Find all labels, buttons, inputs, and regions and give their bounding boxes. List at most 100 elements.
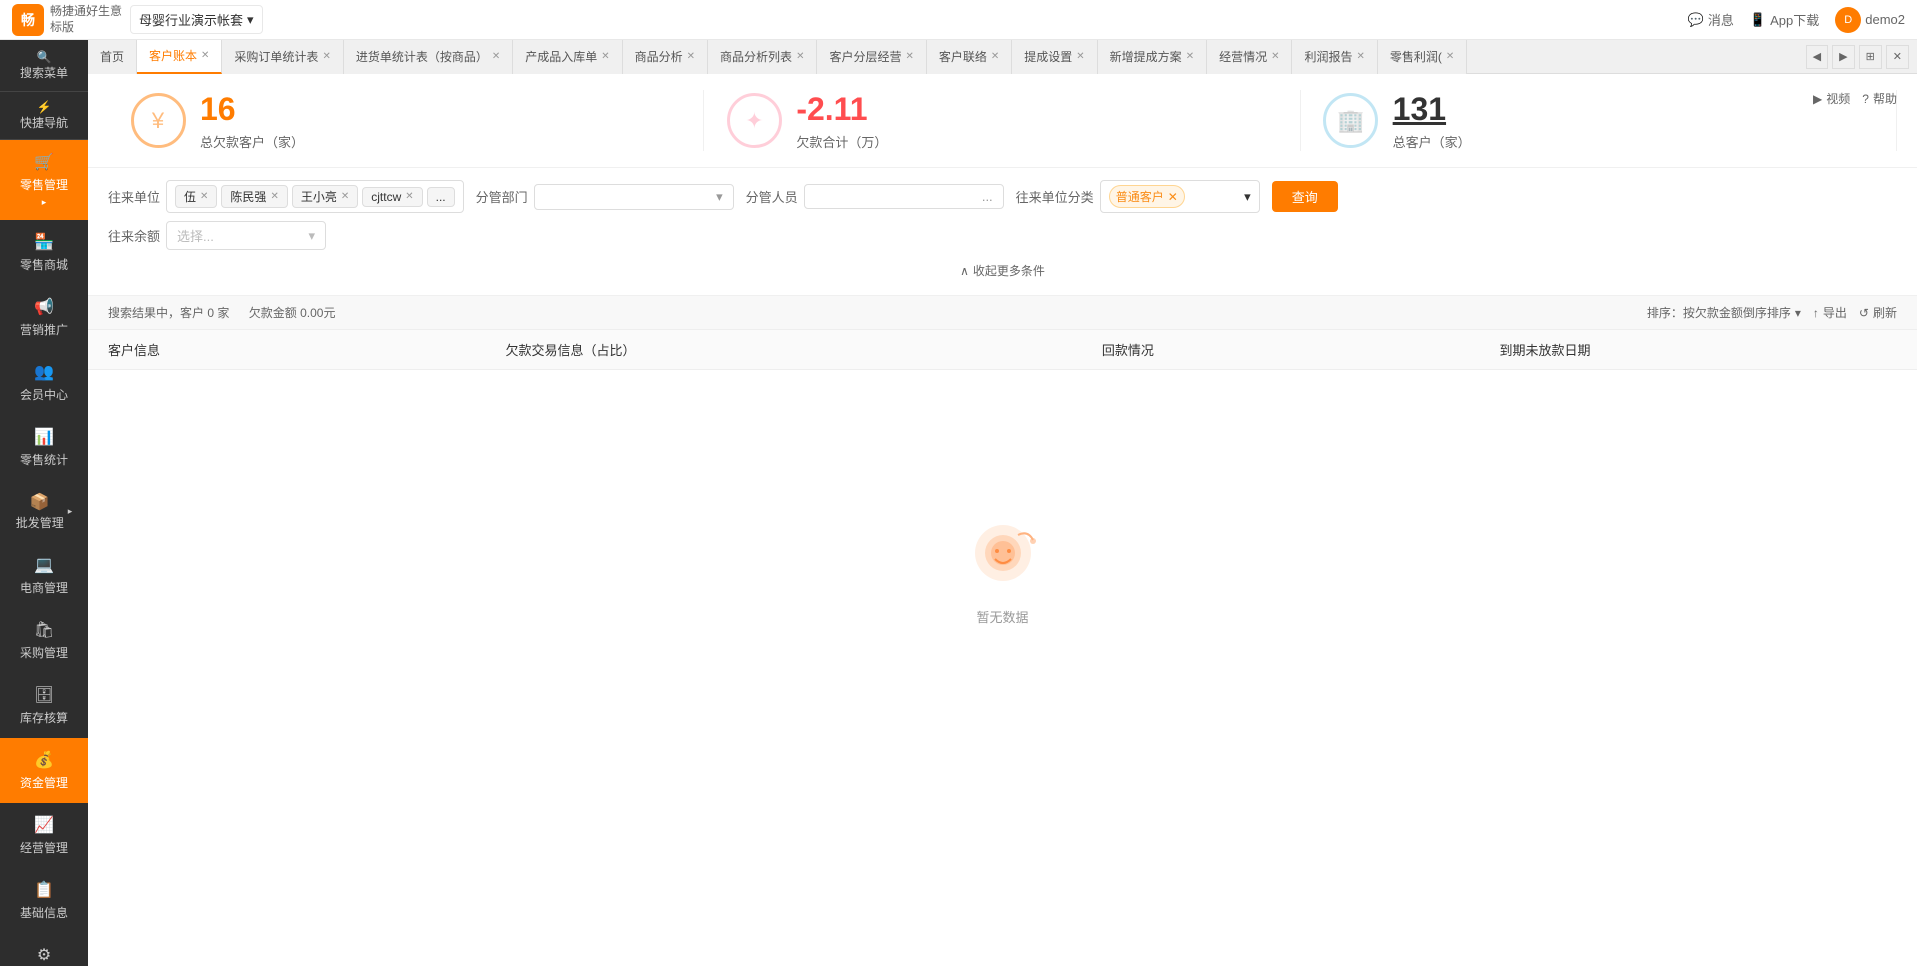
unit-type-filter: 往来单位分类 普通客户 ✕ ▾ [1016,180,1260,213]
sidebar-item-inventory[interactable]: 🗄 库存核算 [0,673,88,738]
close-cost-entry-tab[interactable]: ✕ [601,51,609,62]
tab-goods-analysis-list[interactable]: 商品分析列表 ✕ [708,40,817,74]
remove-customer-tag[interactable]: ✕ [1168,190,1178,204]
close-new-promotion-tab[interactable]: ✕ [1186,51,1194,62]
store-selector[interactable]: 母婴行业演示帐套 ▾ [130,5,263,34]
tab-new-promotion[interactable]: 新增提成方案 ✕ [1098,40,1207,74]
chevron-down-sort: ▾ [1795,306,1801,320]
close-retail-profit-tab[interactable]: ✕ [1446,51,1454,62]
sidebar-quick-nav[interactable]: ⚡ 快捷导航 [0,92,88,140]
tab-goods-stats[interactable]: 进货单统计表（按商品） ✕ [344,40,513,74]
video-icon: ▶ [1813,92,1822,106]
sidebar-search[interactable]: 🔍 搜索菜单 [0,40,88,92]
tab-promotion-settings[interactable]: 提成设置 ✕ [1012,40,1097,74]
collapse-button[interactable]: ∧ 收起更多条件 [956,258,1049,283]
close-profit-report-tab[interactable]: ✕ [1357,51,1365,62]
tab-goods-analysis[interactable]: 商品分析 ✕ [623,40,708,74]
message-btn[interactable]: 💬 消息 [1688,10,1734,29]
tab-customer-contact[interactable]: 客户联络 ✕ [927,40,1012,74]
tab-bar: 首页 客户账本 ✕ 采购订单统计表 ✕ 进货单统计表（按商品） ✕ 产成品入库单… [88,40,1917,74]
top-bar-right: 💬 消息 📱 App下载 D demo2 [1688,7,1905,33]
remove-chen-tag[interactable]: ✕ [270,191,278,202]
close-goods-analysis-tab[interactable]: ✕ [687,51,695,62]
expand-icon: ... [982,189,993,204]
tab-profit-report[interactable]: 利润报告 ✕ [1292,40,1377,74]
overdue-total-label: 欠款合计（万） [796,132,887,151]
chevron-down-unit-type: ▾ [1244,189,1251,205]
unit-type-label: 往来单位分类 [1016,187,1094,206]
sidebar-item-purchase[interactable]: 🛍 采购管理 [0,608,88,673]
result-actions: 排序：按欠款金额倒序排序 ▾ ↑ 导出 ↺ 刷新 [1647,304,1897,321]
unit-type-input[interactable]: 普通客户 ✕ ▾ [1100,180,1260,213]
sidebar-item-ops[interactable]: 📈 经营管理 [0,803,88,868]
tab-cost-entry[interactable]: 产成品入库单 ✕ [513,40,622,74]
sidebar-item-basic-info[interactable]: 📋 基础信息 [0,868,88,933]
dept-select[interactable]: ▾ [534,184,734,210]
close-customer-contact-tab[interactable]: ✕ [991,51,999,62]
close-promotion-settings-tab[interactable]: ✕ [1076,51,1084,62]
tab-customer-balance[interactable]: 客户账本 ✕ [137,40,222,74]
app-download-btn[interactable]: 📱 App下载 [1750,10,1819,29]
top-bar: 畅 畅捷通好生意 标版 母婴行业演示帐套 ▾ 💬 消息 📱 App下载 D de… [0,0,1917,40]
sidebar-item-retail-stats[interactable]: 📊 零售统计 [0,415,88,480]
overdue-customers-label: 总欠款客户（家） [200,132,304,151]
remove-wang-tag[interactable]: ✕ [341,191,349,202]
total-customers-number: 131 [1393,90,1471,128]
sidebar-item-batch-mgmt[interactable]: 📦 批发管理 ▸ [0,480,88,543]
tab-prev-btn[interactable]: ◀ [1806,45,1828,69]
tab-close-all-btn[interactable]: ✕ [1886,45,1909,69]
tab-customer-seg[interactable]: 客户分层经营 ✕ [817,40,926,74]
tab-business-status[interactable]: 经营情况 ✕ [1207,40,1292,74]
result-summary: 搜索结果中，客户 0 家 欠款金额 0.00元 [108,304,335,321]
table-header: 客户信息 欠款交易信息（占比） 回款情况 到期未放款日期 [88,330,1917,370]
sort-select[interactable]: 排序：按欠款金额倒序排序 ▾ [1647,304,1801,321]
chevron-up-icon: ∧ [960,264,969,278]
balance-select[interactable]: 选择... ▾ [166,221,326,250]
export-btn[interactable]: ↑ 导出 [1813,304,1847,321]
close-goods-stats-tab[interactable]: ✕ [492,51,500,62]
tab-home[interactable]: 首页 [88,40,137,74]
col-repayment: 回款情况 [1102,340,1500,359]
tab-expand-btn[interactable]: ⊞ [1859,45,1882,69]
help-btn[interactable]: ? 帮助 [1862,90,1897,107]
unit-input[interactable]: 伍 ✕ 陈民强 ✕ 王小亮 ✕ [166,180,464,213]
tab-retail-profit[interactable]: 零售利润( ✕ [1378,40,1467,74]
refresh-btn[interactable]: ↺ 刷新 [1859,304,1897,321]
sidebar-item-marketing[interactable]: 📢 营销推广 [0,285,88,350]
empty-icon [963,515,1043,595]
main-layout: 🔍 搜索菜单 ⚡ 快捷导航 🛒 零售管理 ▸ 🏪 零售商城 📢 营销推广 👥 会… [0,40,1917,966]
remove-wu-tag[interactable]: ✕ [200,191,208,202]
close-business-status-tab[interactable]: ✕ [1271,51,1279,62]
tab-purchase-order[interactable]: 采购订单统计表 ✕ [222,40,343,74]
help-icon: ? [1862,92,1869,106]
member-icon: 👥 [34,362,54,382]
user-avatar[interactable]: D demo2 [1835,7,1905,33]
retail-icon: 🛒 [34,152,54,172]
tab-next-btn[interactable]: ▶ [1832,45,1854,69]
col-overdue-date: 到期未放款日期 [1499,340,1897,359]
close-customer-balance-tab[interactable]: ✕ [201,50,209,61]
sidebar-item-sys[interactable]: ⚙ 系统管理 [0,933,88,966]
close-goods-analysis-list-tab[interactable]: ✕ [796,51,804,62]
sidebar-item-retail-mall[interactable]: 🏪 零售商城 [0,220,88,285]
remove-cjttcw-tag[interactable]: ✕ [405,191,413,202]
dept-label: 分管部门 [476,187,528,206]
sidebar-item-ecom[interactable]: 💻 电商管理 [0,543,88,608]
sidebar-item-retail-mgmt[interactable]: 🛒 零售管理 ▸ [0,140,88,220]
more-units-tag[interactable]: ... [427,187,455,207]
sidebar-item-finance[interactable]: 💰 资金管理 [0,738,88,803]
logo-text: 畅捷通好生意 标版 [50,4,122,35]
sidebar-item-member[interactable]: 👥 会员中心 [0,350,88,415]
export-icon: ↑ [1813,306,1819,320]
avatar: D [1835,7,1861,33]
close-customer-seg-tab[interactable]: ✕ [905,51,913,62]
close-purchase-order-tab[interactable]: ✕ [322,51,330,62]
unit-tag-chen: 陈民强 ✕ [221,185,287,208]
video-help-btn[interactable]: ▶ 视频 [1813,90,1850,107]
person-select[interactable]: ... [804,184,1004,209]
tab-bar-actions: ◀ ▶ ⊞ ✕ [1806,45,1917,69]
query-button[interactable]: 查询 [1272,181,1338,212]
stat-icon-overdue: ✦ [724,91,784,151]
unit-tag-wu: 伍 ✕ [175,185,217,208]
sidebar: 🔍 搜索菜单 ⚡ 快捷导航 🛒 零售管理 ▸ 🏪 零售商城 📢 营销推广 👥 会… [0,40,88,966]
